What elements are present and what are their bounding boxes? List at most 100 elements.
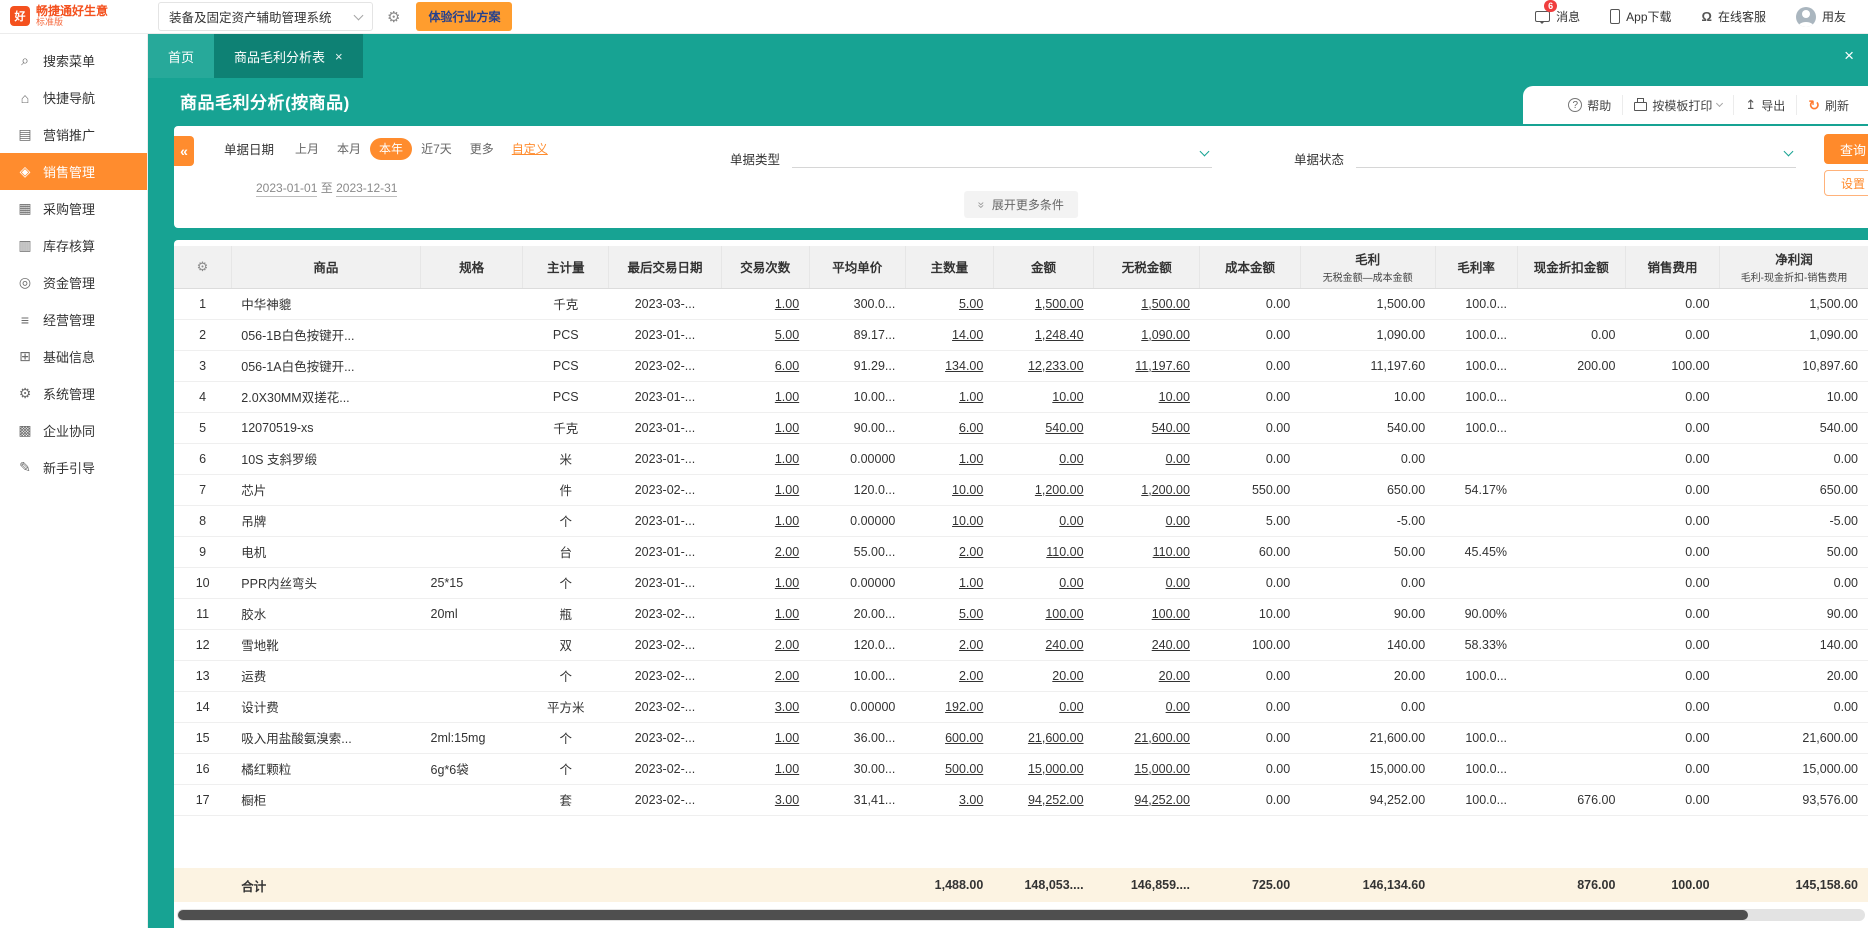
drilldown-link[interactable]: 1,200.00 — [1141, 483, 1190, 497]
column-header[interactable]: 主数量 — [905, 246, 994, 289]
drilldown-link[interactable]: 1.00 — [775, 607, 799, 621]
drilldown-link[interactable]: 2.00 — [959, 545, 983, 559]
drilldown-link[interactable]: 20.00 — [1052, 669, 1083, 683]
drilldown-link[interactable]: 2.00 — [775, 638, 799, 652]
drilldown-link[interactable]: 2.00 — [959, 669, 983, 683]
trial-plan-button[interactable]: 体验行业方案 — [416, 2, 513, 31]
column-config-header[interactable] — [174, 246, 232, 289]
column-header[interactable]: 成本金额 — [1199, 246, 1301, 289]
column-header[interactable]: 毛利率 — [1435, 246, 1518, 289]
close-tab-icon[interactable] — [335, 49, 343, 64]
drilldown-link[interactable]: 3.00 — [775, 793, 799, 807]
drilldown-link[interactable]: 1.00 — [775, 762, 799, 776]
drilldown-link[interactable]: 1.00 — [775, 452, 799, 466]
date-option[interactable]: 近7天 — [412, 138, 461, 160]
column-header[interactable]: 净利润 毛利-现金折扣-销售费用 — [1719, 246, 1868, 289]
sidebar-item-inventory[interactable]: ▥ 库存核算 — [0, 227, 147, 264]
drilldown-link[interactable]: 110.00 — [1153, 545, 1190, 559]
drilldown-link[interactable]: 0.00 — [1059, 700, 1083, 714]
refresh-button[interactable]: 刷新 — [1796, 95, 1860, 115]
sidebar-item-purchase[interactable]: ▦ 采购管理 — [0, 190, 147, 227]
collapse-filter-button[interactable] — [174, 136, 194, 166]
drilldown-link[interactable]: 1.00 — [775, 483, 799, 497]
date-option[interactable]: 本年 — [370, 138, 413, 160]
filter-settings-button[interactable]: 设置 — [1824, 170, 1868, 196]
date-option[interactable]: 自定义 — [503, 138, 557, 160]
drilldown-link[interactable]: 5.00 — [775, 328, 799, 342]
drilldown-link[interactable]: 110.00 — [1046, 545, 1083, 559]
drilldown-link[interactable]: 1,090.00 — [1141, 328, 1190, 342]
sidebar-item-operations[interactable]: ≡ 经营管理 — [0, 301, 147, 338]
column-settings-icon[interactable] — [197, 260, 209, 274]
drilldown-link[interactable]: 192.00 — [945, 700, 983, 714]
drilldown-link[interactable]: 10.00 — [952, 514, 983, 528]
drilldown-link[interactable]: 1.00 — [775, 390, 799, 404]
date-option[interactable]: 更多 — [461, 138, 503, 160]
search-button[interactable]: 查询 — [1824, 134, 1868, 164]
drilldown-link[interactable]: 3.00 — [775, 700, 799, 714]
column-header[interactable]: 金额 — [993, 246, 1095, 289]
drilldown-link[interactable]: 10.00 — [1052, 390, 1083, 404]
app-download-button[interactable]: App下载 — [1610, 8, 1672, 25]
drilldown-link[interactable]: 15,000.00 — [1134, 762, 1190, 776]
system-select[interactable]: 装备及固定资产辅助管理系统 — [158, 2, 373, 31]
sidebar-item-funds[interactable]: ◎ 资金管理 — [0, 264, 147, 301]
settings-gear-icon[interactable] — [387, 8, 400, 26]
drilldown-link[interactable]: 15,000.00 — [1028, 762, 1084, 776]
drilldown-link[interactable]: 20.00 — [1159, 669, 1190, 683]
messages-button[interactable]: 消息 6 — [1535, 0, 1580, 25]
sidebar-item-basic-info[interactable]: ⊞ 基础信息 — [0, 338, 147, 375]
drilldown-link[interactable]: 6.00 — [959, 421, 983, 435]
tab-product-gross-profit[interactable]: 商品毛利分析表 — [214, 34, 363, 78]
drilldown-link[interactable]: 1.00 — [959, 390, 983, 404]
drilldown-link[interactable]: 1,500.00 — [1035, 297, 1084, 311]
column-header[interactable]: 商品 — [231, 246, 422, 289]
drilldown-link[interactable]: 0.00 — [1059, 576, 1083, 590]
drilldown-link[interactable]: 100.00 — [1152, 607, 1190, 621]
sidebar-item-enterprise[interactable]: ▩ 企业协同 — [0, 412, 147, 449]
export-button[interactable]: 导出 — [1733, 95, 1796, 115]
drilldown-link[interactable]: 21,600.00 — [1134, 731, 1190, 745]
drilldown-link[interactable]: 14.00 — [952, 328, 983, 342]
date-option[interactable]: 上月 — [286, 138, 328, 160]
sidebar-item-marketing[interactable]: ▤ 营销推广 — [0, 116, 147, 153]
column-header[interactable]: 交易次数 — [721, 246, 810, 289]
drilldown-link[interactable]: 240.00 — [1152, 638, 1190, 652]
drilldown-link[interactable]: 1.00 — [775, 576, 799, 590]
online-service-button[interactable]: 在线客服 — [1702, 8, 1766, 25]
date-option[interactable]: 本月 — [328, 138, 370, 160]
drilldown-link[interactable]: 500.00 — [945, 762, 983, 776]
drilldown-link[interactable]: 2.00 — [775, 545, 799, 559]
print-template-button[interactable]: 按模板打印 — [1622, 95, 1733, 115]
drilldown-link[interactable]: 94,252.00 — [1028, 793, 1084, 807]
tab-home[interactable]: 首页 — [148, 34, 215, 78]
drilldown-link[interactable]: 540.00 — [1152, 421, 1190, 435]
drilldown-link[interactable]: 0.00 — [1166, 452, 1190, 466]
drilldown-link[interactable]: 6.00 — [775, 359, 799, 373]
column-header[interactable]: 规格 — [420, 246, 524, 289]
drilldown-link[interactable]: 12,233.00 — [1028, 359, 1084, 373]
drilldown-link[interactable]: 0.00 — [1059, 514, 1083, 528]
drilldown-link[interactable]: 21,600.00 — [1028, 731, 1084, 745]
drilldown-link[interactable]: 5.00 — [959, 607, 983, 621]
drilldown-link[interactable]: 240.00 — [1045, 638, 1083, 652]
drilldown-link[interactable]: 2.00 — [775, 669, 799, 683]
sidebar-item-system[interactable]: ⚙ 系统管理 — [0, 375, 147, 412]
drilldown-link[interactable]: 10.00 — [1159, 390, 1190, 404]
sidebar-item-guide[interactable]: ✎ 新手引导 — [0, 449, 147, 486]
column-header[interactable]: 最后交易日期 — [608, 246, 722, 289]
column-header[interactable]: 无税金额 — [1093, 246, 1201, 289]
date-from[interactable]: 2023-01-01 — [256, 181, 318, 197]
column-header[interactable]: 主计量 — [522, 246, 610, 289]
sidebar-item-sales[interactable]: ◈ 销售管理 — [0, 153, 147, 190]
drilldown-link[interactable]: 100.00 — [1045, 607, 1083, 621]
drilldown-link[interactable]: 0.00 — [1166, 514, 1190, 528]
drilldown-link[interactable]: 1.00 — [775, 421, 799, 435]
drilldown-link[interactable]: 5.00 — [959, 297, 983, 311]
drilldown-link[interactable]: 1.00 — [775, 731, 799, 745]
drilldown-link[interactable]: 3.00 — [959, 793, 983, 807]
drilldown-link[interactable]: 1.00 — [959, 452, 983, 466]
drilldown-link[interactable]: 10.00 — [952, 483, 983, 497]
drilldown-link[interactable]: 1,500.00 — [1141, 297, 1190, 311]
help-button[interactable]: 帮助 — [1557, 95, 1622, 115]
